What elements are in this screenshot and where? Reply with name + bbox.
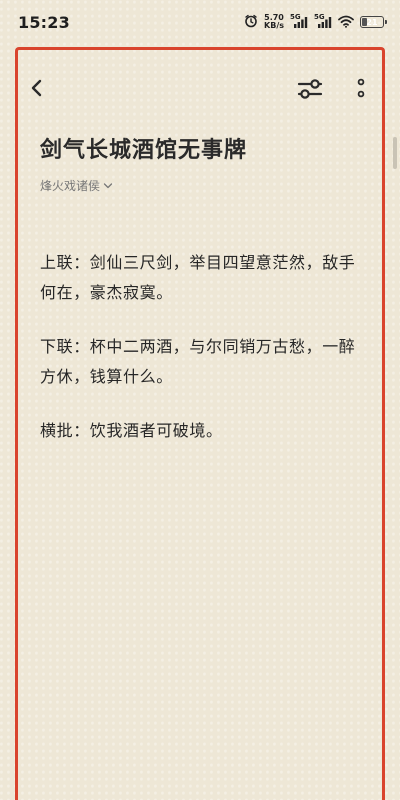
signal-icon: 5G [314,13,332,29]
net-speed-unit: KB/s [264,21,284,30]
reader-toolbar [15,62,385,114]
paragraph: 横批：饮我酒者可破境。 [40,421,223,440]
more-vertical-icon [357,78,365,98]
back-icon [31,79,42,97]
author-link[interactable]: 烽火戏诸侯 [40,177,113,194]
signal-icon: 5G [290,13,308,29]
status-icons: 5.70 KB/s 5G 5G 21 [244,13,387,32]
screen: 15:23 5.70 KB/s 5G 5G 21 剑气长城酒馆无事牌 烽火戏诸侯… [0,0,400,800]
battery-icon: 21 [360,16,387,28]
tune-icon [297,79,323,99]
settings-button[interactable] [295,74,325,104]
status-time: 15:23 [18,12,70,32]
net-speed: 5.70 KB/s [264,14,284,30]
wifi-icon [338,13,354,32]
back-button[interactable] [23,74,51,102]
battery-level: 21 [366,17,378,27]
article-title: 剑气长城酒馆无事牌 [40,138,248,163]
more-button[interactable] [347,74,375,104]
alarm-icon [244,13,258,32]
chevron-down-icon [103,182,113,188]
article-body: 上联：剑仙三尺剑，举目四望意茫然，敌手何在，豪杰寂寞。 下联：杯中二两酒，与尔同… [40,248,365,470]
paragraph: 上联：剑仙三尺剑，举目四望意茫然，敌手何在，豪杰寂寞。 [40,253,356,302]
author-name: 烽火戏诸侯 [40,179,101,193]
scrollbar-thumb[interactable] [393,137,397,169]
status-bar: 15:23 5.70 KB/s 5G 5G 21 [0,0,400,44]
paragraph: 下联：杯中二两酒，与尔同销万古愁，一醉方休，钱算什么。 [40,337,356,386]
